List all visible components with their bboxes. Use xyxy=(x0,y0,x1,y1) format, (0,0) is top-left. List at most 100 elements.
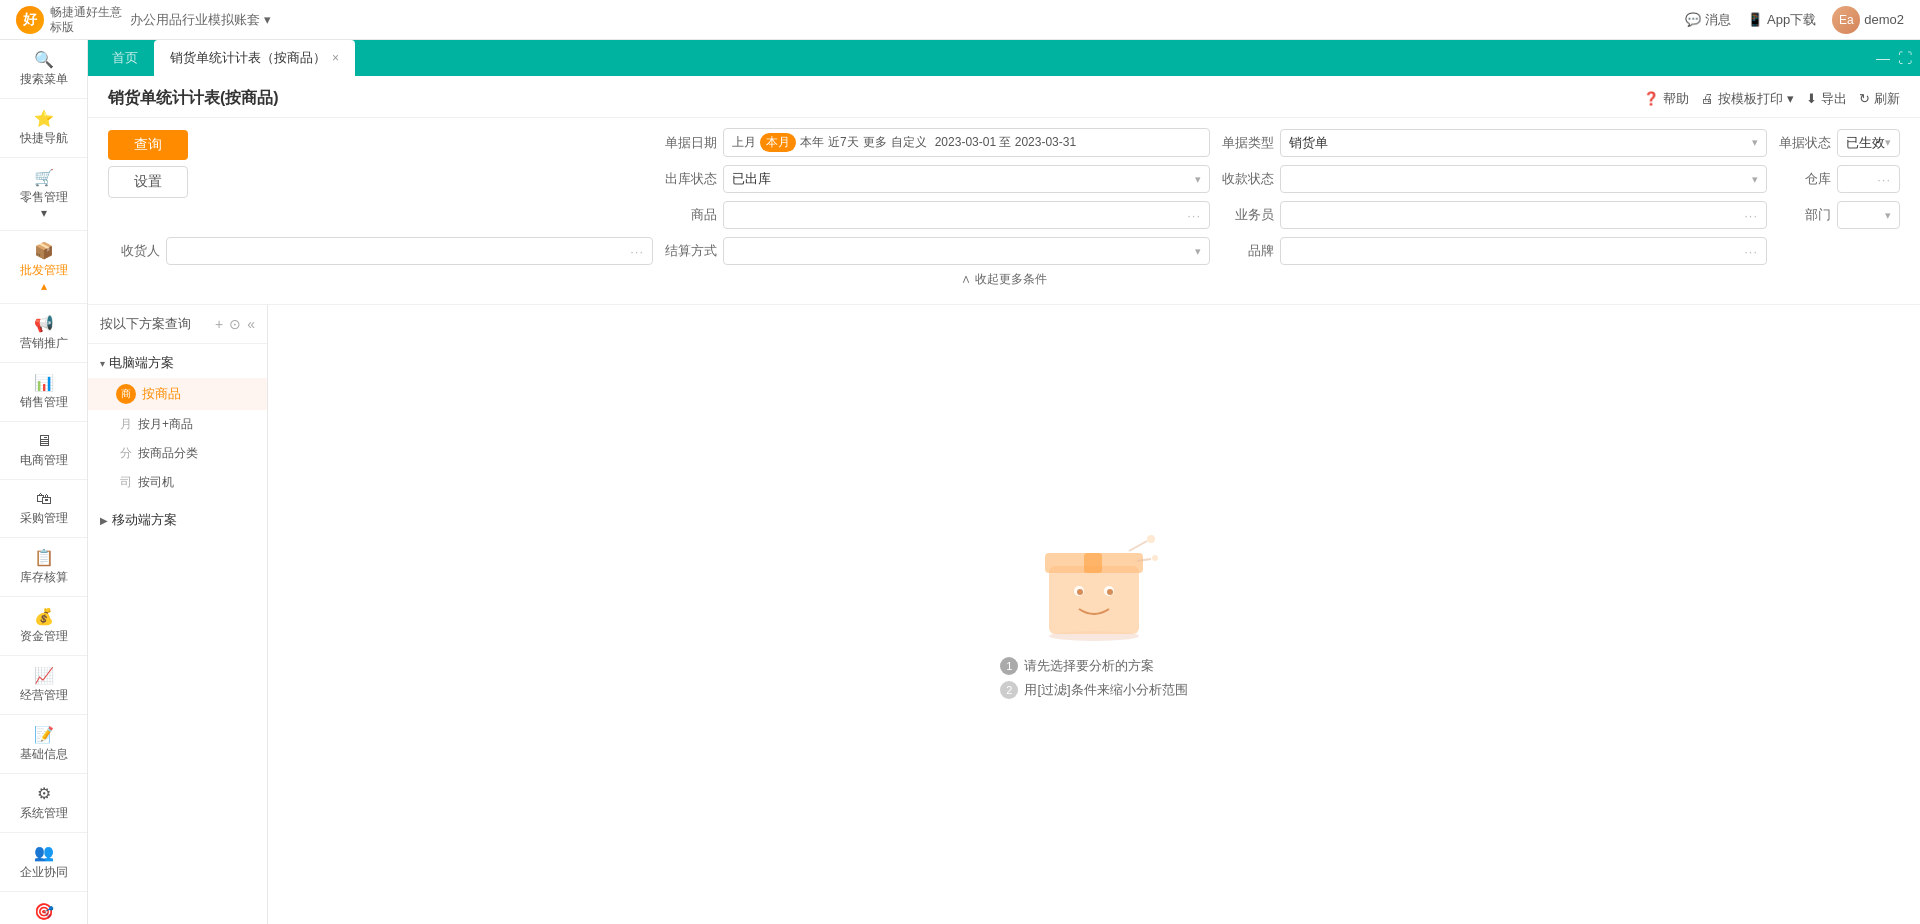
date-range-value: 2023-03-01 至 2023-03-31 xyxy=(935,134,1076,151)
page-actions: ❓ 帮助 🖨 按模板打印 ▾ ⬇ 导出 ↻ 刷新 xyxy=(1643,90,1900,108)
dept-control[interactable]: ▾ xyxy=(1837,201,1900,229)
sidebar-item-quick-nav[interactable]: ⭐ 快捷导航 xyxy=(0,99,87,158)
payment-control[interactable]: ▾ xyxy=(1280,165,1767,193)
settlement-control[interactable]: ▾ xyxy=(723,237,1210,265)
date-shortcut-current-month[interactable]: 本月 xyxy=(760,133,796,152)
sidebar-item-retail[interactable]: 🛒 零售管理 ▾ xyxy=(0,158,87,231)
scheme-item-icon: 商 xyxy=(116,384,136,404)
sidebar-item-guide[interactable]: 🎯 新手引导 xyxy=(0,892,87,924)
receiver-control[interactable]: ··· xyxy=(166,237,653,265)
inventory-icon: 📋 xyxy=(4,548,83,567)
refresh-icon: ↻ xyxy=(1859,91,1870,106)
goods-filter: 商品 ··· xyxy=(665,201,1210,229)
doc-type-control[interactable]: 销货单 ▾ xyxy=(1280,129,1767,157)
export-btn[interactable]: ⬇ 导出 xyxy=(1806,90,1847,108)
chevron-down-icon: ▾ xyxy=(1787,91,1794,106)
goods-control[interactable]: ··· xyxy=(723,201,1210,229)
scheme-item-by-month-goods[interactable]: 月 按月+商品 xyxy=(88,410,267,439)
date-shortcut-7days[interactable]: 近7天 xyxy=(828,134,859,151)
settings-button[interactable]: 设置 xyxy=(108,166,188,198)
warehouse-control[interactable]: ··· xyxy=(1837,165,1900,193)
sidebar-item-enterprise[interactable]: 👥 企业协同 xyxy=(0,833,87,892)
sidebar-item-ecommerce[interactable]: 🖥 电商管理 xyxy=(0,422,87,480)
right-action-buttons: 查询 设置 xyxy=(108,128,653,198)
scheme-edit-btn[interactable]: ⊙ xyxy=(229,316,241,332)
date-shortcut-current-year[interactable]: 本年 xyxy=(800,134,824,151)
chevron-icon: ▴ xyxy=(41,279,47,293)
svg-point-6 xyxy=(1077,589,1083,595)
date-shortcut-more[interactable]: 更多 xyxy=(863,134,887,151)
sidebar-item-purchase[interactable]: 🛍 采购管理 xyxy=(0,480,87,538)
search-icon: 🔍 xyxy=(4,50,83,69)
sidebar-item-sales[interactable]: 📊 销售管理 xyxy=(0,363,87,422)
date-shortcut-prev-month[interactable]: 上月 xyxy=(732,134,756,151)
page-header: 销货单统计计表(按商品) ❓ 帮助 🖨 按模板打印 ▾ ⬇ 导出 xyxy=(88,76,1920,118)
more-dots-icon: ··· xyxy=(630,244,644,259)
scheme-group-mobile-title[interactable]: ▶ 移动端方案 xyxy=(88,505,267,535)
out-status-label: 出库状态 xyxy=(665,170,717,188)
collapse-conditions-btn[interactable]: ∧ 收起更多条件 xyxy=(108,265,1900,294)
help-icon: ❓ xyxy=(1643,91,1659,106)
scheme-group-mobile: ▶ 移动端方案 xyxy=(88,501,267,539)
doc-type-label: 单据类型 xyxy=(1222,134,1274,152)
workspace-selector[interactable]: 办公用品行业模拟账套 ▾ xyxy=(130,11,271,29)
query-button[interactable]: 查询 xyxy=(108,130,188,160)
message-btn[interactable]: 💬 消息 xyxy=(1685,11,1731,29)
svg-line-8 xyxy=(1129,541,1147,551)
sidebar-item-finance[interactable]: 💰 资金管理 xyxy=(0,597,87,656)
settlement-filter: 结算方式 ▾ xyxy=(665,237,1210,265)
scheme-group-desktop-title[interactable]: ▾ 电脑端方案 xyxy=(88,348,267,378)
empty-state: 1 请先选择要分析的方案 2 用[过滤]条件来缩小分析范围 xyxy=(268,305,1920,924)
brand-label: 品牌 xyxy=(1222,242,1274,260)
user-menu[interactable]: Ea demo2 xyxy=(1832,6,1904,34)
scheme-item-by-goods[interactable]: 商 按商品 xyxy=(88,378,267,410)
sidebar-item-inventory[interactable]: 📋 库存核算 xyxy=(0,538,87,597)
content-area: 销货单统计计表(按商品) ❓ 帮助 🖨 按模板打印 ▾ ⬇ 导出 xyxy=(88,76,1920,924)
svg-point-9 xyxy=(1147,535,1155,543)
receiver-label: 收货人 xyxy=(108,242,160,260)
doc-status-filter: 单据状态 已生效 ▾ xyxy=(1779,129,1900,157)
doc-status-control[interactable]: 已生效 ▾ xyxy=(1837,129,1900,157)
receiver-filter: 收货人 ··· xyxy=(108,237,653,265)
scheme-add-btn[interactable]: + xyxy=(215,316,223,332)
date-shortcut-custom[interactable]: 自定义 xyxy=(891,134,927,151)
retail-icon: 🛒 xyxy=(4,168,83,187)
sidebar-item-basic-info[interactable]: 📝 基础信息 xyxy=(0,715,87,774)
date-control[interactable]: 上月 本月 本年 近7天 更多 自定义 2023-03-01 至 2023-03… xyxy=(723,128,1210,157)
enterprise-icon: 👥 xyxy=(4,843,83,862)
tip-number-2: 2 xyxy=(1000,681,1018,699)
sidebar-item-system[interactable]: ⚙ 系统管理 xyxy=(0,774,87,833)
month-icon: 月 xyxy=(120,416,132,433)
filter-section: 单据日期 上月 本月 本年 近7天 更多 自定义 2023-03-01 至 20… xyxy=(88,118,1920,305)
scheme-item-by-category[interactable]: 分 按商品分类 xyxy=(88,439,267,468)
tab-sales-statistics[interactable]: 销货单统计计表（按商品） × xyxy=(154,40,355,76)
body-area: 按以下方案查询 + ⊙ « ▾ 电脑端方案 商 xyxy=(88,305,1920,924)
gear-icon: ⚙ xyxy=(4,784,83,803)
app-download-btn[interactable]: 📱 App下载 xyxy=(1747,11,1816,29)
more-dots-icon: ··· xyxy=(1744,244,1758,259)
tab-maximize-btn[interactable]: ⛶ xyxy=(1898,50,1912,66)
avatar: Ea xyxy=(1832,6,1860,34)
tab-home[interactable]: 首页 xyxy=(96,40,154,76)
help-btn[interactable]: ❓ 帮助 xyxy=(1643,90,1689,108)
salesman-control[interactable]: ··· xyxy=(1280,201,1767,229)
sidebar-item-operation[interactable]: 📈 经营管理 xyxy=(0,656,87,715)
driver-icon: 司 xyxy=(120,474,132,491)
tab-bar: 首页 销货单统计计表（按商品） × — ⛶ xyxy=(88,40,1920,76)
refresh-btn[interactable]: ↻ 刷新 xyxy=(1859,90,1900,108)
scheme-collapse-btn[interactable]: « xyxy=(247,316,255,332)
star-icon: ⭐ xyxy=(4,109,83,128)
goods-label: 商品 xyxy=(665,206,717,224)
doc-status-label: 单据状态 xyxy=(1779,134,1831,152)
sidebar-item-wholesale[interactable]: 📦 批发管理 ▴ xyxy=(0,231,87,304)
sidebar-item-search[interactable]: 🔍 搜索菜单 xyxy=(0,40,87,99)
tab-close-btn[interactable]: × xyxy=(332,51,339,65)
out-status-control[interactable]: 已出库 ▾ xyxy=(723,165,1210,193)
scheme-item-by-driver[interactable]: 司 按司机 xyxy=(88,468,267,497)
payment-filter: 收款状态 ▾ xyxy=(1222,165,1767,193)
tab-minimize-btn[interactable]: — xyxy=(1876,50,1890,66)
template-print-btn[interactable]: 🖨 按模板打印 ▾ xyxy=(1701,90,1794,108)
sidebar-item-marketing[interactable]: 📢 营销推广 xyxy=(0,304,87,363)
out-status-filter: 出库状态 已出库 ▾ xyxy=(665,165,1210,193)
brand-control[interactable]: ··· xyxy=(1280,237,1767,265)
